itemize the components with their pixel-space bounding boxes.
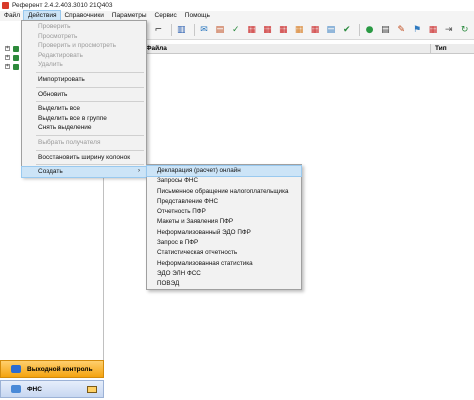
submenu-item-pfr-templates[interactable]: Макеты и Заявления ПФР	[147, 217, 301, 227]
title-bar: Референт 2.4.2.403.3010 21Q403	[0, 0, 474, 11]
submenu-item-poved[interactable]: ПОВЭД	[147, 279, 301, 289]
output-control-icon	[11, 365, 21, 373]
folder-icon	[13, 63, 19, 70]
folder-icon	[13, 54, 19, 61]
output-control-label: Выходной контроль	[27, 365, 93, 373]
column-header-type[interactable]: Тип	[430, 44, 474, 54]
menu-item-import[interactable]: Импортировать	[22, 75, 146, 85]
app-logo-icon	[2, 2, 9, 9]
menu-separator	[36, 71, 144, 73]
actions-dropdown: Проверить Просмотреть Проверить и просмо…	[21, 20, 147, 178]
submenu-item-fns-requests[interactable]: Запросы ФНС	[147, 176, 301, 186]
doc-approve-icon[interactable]: ✔	[340, 23, 353, 37]
menu-item-select-all-in-group[interactable]: Выделить все в группе	[22, 114, 146, 124]
menu-separator	[36, 134, 144, 136]
submenu-item-fss-eln-edo[interactable]: ЭДО ЭЛН ФСС	[147, 269, 301, 279]
nav-buttons: Выходной контроль ФНС	[0, 360, 104, 398]
expand-icon[interactable]: +	[5, 55, 10, 60]
menu-item-check[interactable]: Проверить	[22, 22, 146, 32]
doc-blue-icon[interactable]: ▤	[324, 23, 337, 37]
menu-separator	[36, 164, 144, 166]
mail-icon	[87, 385, 97, 393]
doc-check-icon[interactable]: ✓	[229, 23, 242, 37]
output-control-button[interactable]: Выходной контроль	[0, 360, 104, 378]
expand-icon[interactable]: +	[5, 46, 10, 51]
doc-arrow-icon[interactable]: ⇥	[442, 23, 455, 37]
doc-orange-icon[interactable]: ▦	[293, 23, 306, 37]
column-header-name[interactable]: Файла	[146, 44, 430, 54]
menu-separator	[36, 101, 144, 103]
menu-item-deselect[interactable]: Снять выделение	[22, 123, 146, 133]
corner-icon[interactable]: ⌐	[152, 23, 165, 37]
submenu-item-pfr-request[interactable]: Запрос в ПФР	[147, 238, 301, 248]
toolbar-separator	[359, 24, 361, 36]
fns-button[interactable]: ФНС	[0, 380, 104, 398]
menu-item-delete[interactable]: Удалить	[22, 60, 146, 70]
doc-flag-icon[interactable]: ⚑	[411, 23, 424, 37]
toolbar-separator	[193, 24, 195, 36]
doc-stamp-icon[interactable]: ▤	[213, 23, 226, 37]
doc-list-icon[interactable]: ▤	[379, 23, 392, 37]
menu-item-check-and-view[interactable]: Проверить и просмотреть	[22, 41, 146, 51]
toolbar-separator	[170, 24, 172, 36]
create-submenu: Декларация (расчет) онлайн Запросы ФНС П…	[146, 164, 302, 290]
menu-item-edit[interactable]: Редактировать	[22, 51, 146, 61]
submenu-item-declaration-online[interactable]: Декларация (расчет) онлайн	[146, 164, 302, 178]
submenu-item-statistics-reporting[interactable]: Статистическая отчетность	[147, 248, 301, 258]
menu-item-restore-column-width[interactable]: Восстановить ширину колонок	[22, 153, 146, 163]
folder-icon	[13, 45, 19, 52]
window-title: Референт 2.4.2.403.3010 21Q403	[12, 2, 113, 9]
toolbar: ⌐ ▥ ✉ ▤ ✓ ▦ ▦ ▦ ▦ ▦ ▤ ✔ ● ▤ ✎ ⚑ ▦ ⇥ ↻	[146, 21, 474, 40]
menu-item-create-label: Создать	[38, 168, 63, 176]
submenu-item-fns-submission[interactable]: Представление ФНС	[147, 197, 301, 207]
fns-label: ФНС	[27, 385, 42, 393]
menu-help[interactable]: Помощь	[181, 11, 214, 21]
send-doc-icon[interactable]: ✉	[198, 23, 211, 37]
submenu-arrow-icon: ›	[138, 168, 140, 175]
green-circle-icon[interactable]: ●	[363, 23, 376, 37]
menu-item-refresh[interactable]: Обновить	[22, 90, 146, 100]
menu-separator	[36, 149, 144, 151]
doc-pen-icon[interactable]: ✎	[395, 23, 408, 37]
grid-header: Файла Тип	[146, 44, 474, 54]
submenu-item-taxpayer-letter[interactable]: Письменное обращение налогоплательщика	[147, 187, 301, 197]
doc-mark-icon[interactable]: ▦	[427, 23, 440, 37]
refresh-icon[interactable]: ↻	[458, 23, 471, 37]
submenu-item-informal-statistics[interactable]: Неформализованная статистика	[147, 259, 301, 269]
columns-icon[interactable]: ▥	[175, 23, 188, 37]
submenu-item-pfr-reporting[interactable]: Отчетность ПФР	[147, 207, 301, 217]
menu-service[interactable]: Сервис	[151, 11, 181, 21]
doc-red-2-icon[interactable]: ▦	[261, 23, 274, 37]
doc-red-3-icon[interactable]: ▦	[277, 23, 290, 37]
fns-icon	[11, 385, 21, 393]
submenu-item-pfr-informal-edo[interactable]: Неформализованный ЭДО ПФР	[147, 228, 301, 238]
doc-red-4-icon[interactable]: ▦	[309, 23, 322, 37]
menu-item-select-recipient[interactable]: Выбрать получателя	[22, 138, 146, 148]
expand-icon[interactable]: +	[5, 64, 10, 69]
doc-red-icon[interactable]: ▦	[245, 23, 258, 37]
menu-separator	[36, 86, 144, 88]
menu-item-create[interactable]: Создать ›	[21, 166, 147, 178]
menu-item-view[interactable]: Просмотреть	[22, 32, 146, 42]
menu-item-select-all[interactable]: Выделить все	[22, 104, 146, 114]
